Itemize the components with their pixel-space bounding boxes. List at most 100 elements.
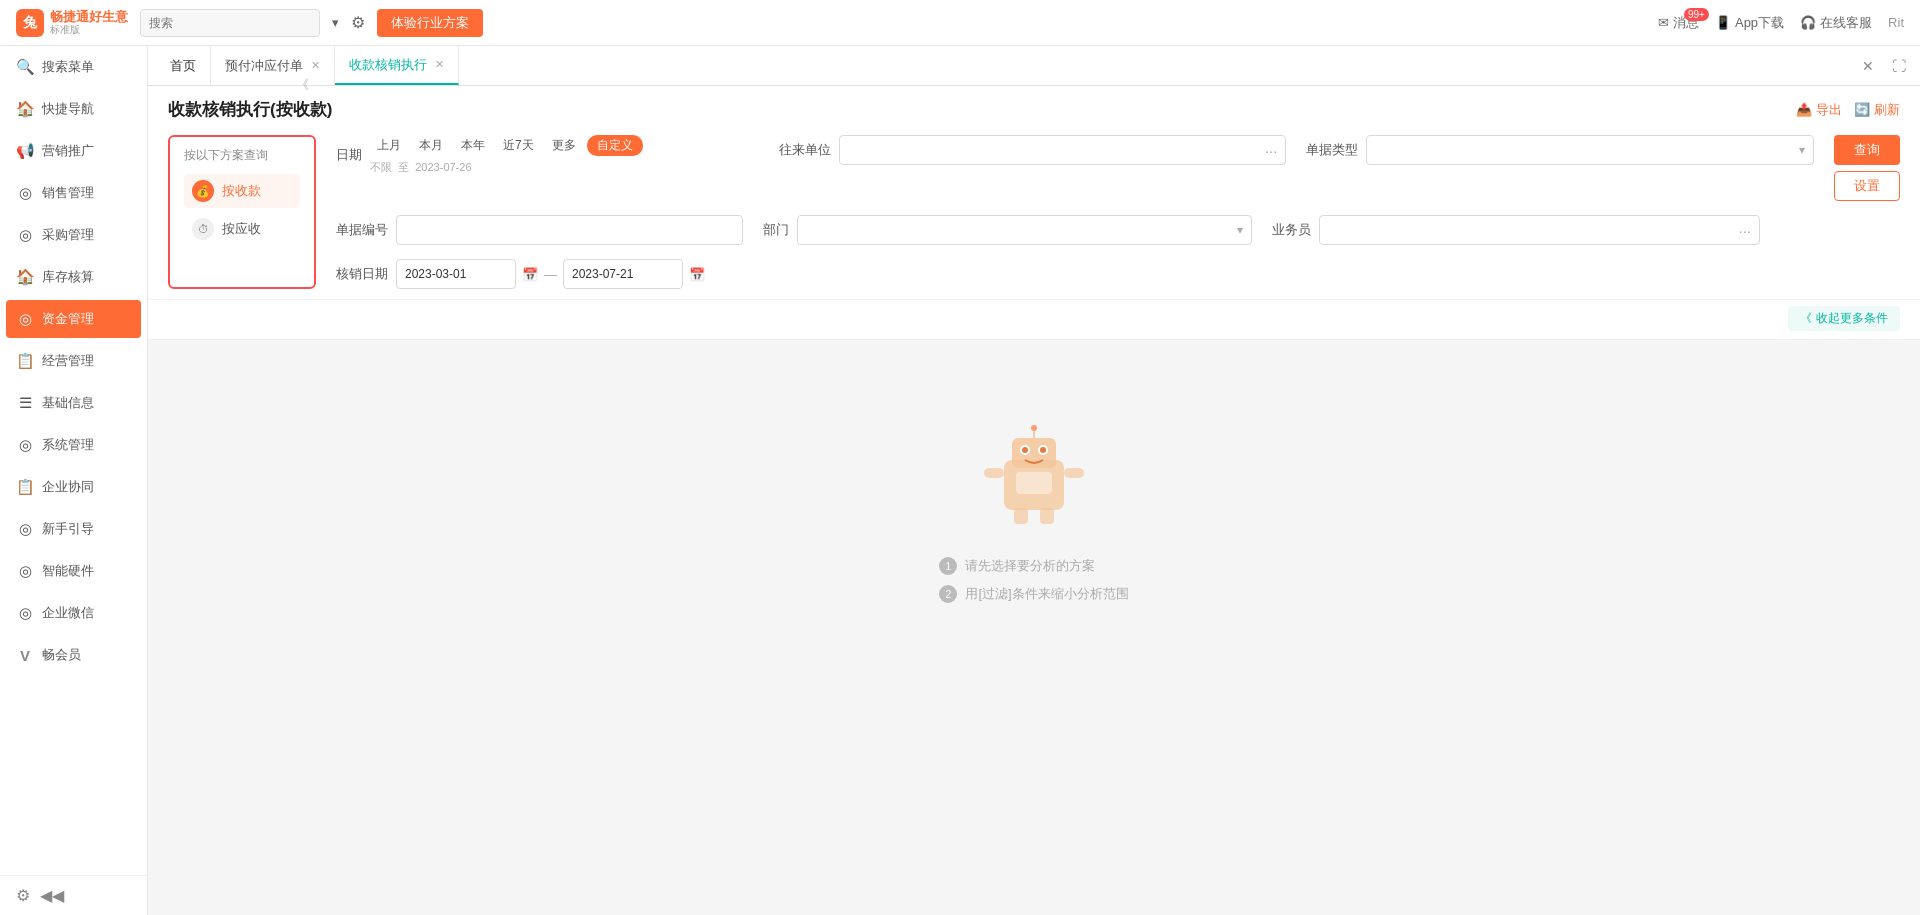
svg-rect-9 bbox=[1040, 508, 1054, 524]
brand-sub: 标准版 bbox=[50, 24, 128, 36]
writeoff-start-input[interactable] bbox=[396, 259, 516, 289]
refresh-btn[interactable]: 🔄 刷新 bbox=[1854, 101, 1900, 119]
tab-home[interactable]: 首页 bbox=[156, 46, 211, 85]
filter-field-writeoff-date: 核销日期 📅 — 📅 bbox=[336, 259, 1900, 289]
writeoff-start-cal-icon[interactable]: 📅 bbox=[522, 267, 538, 282]
writeoff-end-input[interactable] bbox=[563, 259, 683, 289]
svg-point-4 bbox=[1022, 447, 1028, 453]
empty-state-icon bbox=[974, 420, 1094, 533]
export-label: 导出 bbox=[1816, 101, 1842, 119]
user-name[interactable]: Rit bbox=[1888, 15, 1904, 30]
date-btn-more[interactable]: 更多 bbox=[545, 135, 583, 156]
svg-point-12 bbox=[1031, 425, 1037, 431]
app-label: App下载 bbox=[1735, 14, 1784, 32]
wechat-icon: ◎ bbox=[16, 604, 34, 622]
export-icon: 📤 bbox=[1796, 102, 1812, 117]
sidebar-item-operations[interactable]: 📋 经营管理 bbox=[0, 340, 147, 382]
salesman-label: 业务员 bbox=[1272, 221, 1311, 239]
sidebar-label-operations: 经营管理 bbox=[42, 352, 94, 370]
collapse-sidebar-icon[interactable]: ◀◀ bbox=[40, 886, 64, 905]
date-btn-this-month[interactable]: 本月 bbox=[412, 135, 450, 156]
tab-maximize-icon[interactable]: ⛶ bbox=[1886, 56, 1912, 76]
empty-tip-2: 2 用[过滤]条件来缩小分析范围 bbox=[939, 585, 1128, 603]
sidebar-label-inventory: 库存核算 bbox=[42, 268, 94, 286]
dept-label: 部门 bbox=[763, 221, 789, 239]
sidebar-item-smart-hw[interactable]: ◎ 智能硬件 bbox=[0, 550, 147, 592]
svg-rect-6 bbox=[984, 468, 1004, 478]
filter-field-doc-num: 单据编号 bbox=[336, 215, 743, 245]
search-input[interactable] bbox=[140, 9, 320, 37]
industry-btn[interactable]: 体验行业方案 bbox=[377, 9, 483, 37]
sidebar-item-base-info[interactable]: ☰ 基础信息 bbox=[0, 382, 147, 424]
tab-prepay[interactable]: 预付冲应付单 ✕ bbox=[211, 46, 335, 85]
collapse-more-btn[interactable]: 《 收起更多条件 bbox=[1788, 306, 1900, 331]
sidebar-item-quick-nav[interactable]: 🏠 快捷导航 bbox=[0, 88, 147, 130]
collapse-up-icon: 《 bbox=[1800, 310, 1812, 327]
query-btn[interactable]: 查询 bbox=[1834, 135, 1900, 165]
settings-bottom-icon[interactable]: ⚙ bbox=[16, 886, 30, 905]
sidebar-item-inventory[interactable]: 🏠 库存核算 bbox=[0, 256, 147, 298]
sidebar-item-guide[interactable]: ◎ 新手引导 bbox=[0, 508, 147, 550]
sidebar-label-enterprise: 企业协同 bbox=[42, 478, 94, 496]
gear-icon[interactable]: ⚙ bbox=[351, 13, 365, 32]
filter-collapse-btn[interactable]: 《 bbox=[296, 86, 309, 94]
filter-option-by-receipt[interactable]: 💰 按收款 bbox=[184, 174, 300, 208]
filter-row-2: 单据编号 部门 ▾ 业务员 bbox=[336, 215, 1900, 245]
tab-receipts-close[interactable]: ✕ bbox=[435, 58, 444, 71]
refresh-icon: 🔄 bbox=[1854, 102, 1870, 117]
date-btn-custom[interactable]: 自定义 bbox=[587, 135, 643, 156]
sidebar-item-system[interactable]: ◎ 系统管理 bbox=[0, 424, 147, 466]
service-btn[interactable]: 🎧 在线客服 bbox=[1800, 14, 1872, 32]
export-btn[interactable]: 📤 导出 bbox=[1796, 101, 1842, 119]
dept-select[interactable]: ▾ bbox=[797, 215, 1251, 245]
doc-num-input[interactable] bbox=[396, 215, 743, 245]
writeoff-end-cal-icon[interactable]: 📅 bbox=[689, 267, 705, 282]
sidebar-label-quick-nav: 快捷导航 bbox=[42, 100, 94, 118]
app-download-btn[interactable]: 📱 App下载 bbox=[1715, 14, 1784, 32]
member-icon: V bbox=[16, 647, 34, 664]
message-btn[interactable]: ✉ 消息 99+ bbox=[1658, 14, 1699, 32]
sidebar-item-marketing[interactable]: 📢 营销推广 bbox=[0, 130, 147, 172]
doc-num-label: 单据编号 bbox=[336, 221, 388, 239]
content-area: 首页 预付冲应付单 ✕ 收款核销执行 ✕ ✕ ⛶ 收款核销执行(按收款) bbox=[148, 46, 1920, 915]
message-icon: ✉ bbox=[1658, 15, 1669, 30]
dropdown-btn[interactable]: ▾ bbox=[332, 15, 339, 30]
date-btn-7days[interactable]: 近7天 bbox=[496, 135, 541, 156]
filter-left-panel: 按以下方案查询 💰 按收款 ⏱ 按应收 bbox=[168, 135, 316, 289]
by-receipt-label: 按收款 bbox=[222, 182, 261, 200]
quick-nav-icon: 🏠 bbox=[16, 100, 34, 118]
sidebar-label-system: 系统管理 bbox=[42, 436, 94, 454]
settings-btn[interactable]: 设置 bbox=[1834, 171, 1900, 201]
sidebar-item-capital[interactable]: ◎ 资金管理 bbox=[6, 300, 141, 338]
sidebar-item-sales[interactable]: ◎ 销售管理 bbox=[0, 172, 147, 214]
counterpart-input[interactable]: ··· bbox=[839, 135, 1287, 165]
writeoff-date-range: 📅 — 📅 bbox=[396, 259, 705, 289]
doc-type-select[interactable]: ▾ bbox=[1366, 135, 1814, 165]
sidebar-item-purchase[interactable]: ◎ 采购管理 bbox=[0, 214, 147, 256]
tab-close-all-icon[interactable]: ✕ bbox=[1856, 56, 1880, 76]
tip-num-2: 2 bbox=[939, 585, 957, 603]
sidebar-item-enterprise[interactable]: 📋 企业协同 bbox=[0, 466, 147, 508]
empty-tip-1: 1 请先选择要分析的方案 bbox=[939, 557, 1128, 575]
sidebar-item-member[interactable]: V 畅会员 bbox=[0, 634, 147, 676]
page-header-actions: 📤 导出 🔄 刷新 bbox=[1796, 101, 1900, 119]
date-btn-this-year[interactable]: 本年 bbox=[454, 135, 492, 156]
sidebar-item-search-menu[interactable]: 🔍 搜索菜单 bbox=[0, 46, 147, 88]
app-icon: 📱 bbox=[1715, 15, 1731, 30]
sidebar: 🔍 搜索菜单 🏠 快捷导航 📢 营销推广 ◎ 销售管理 ◎ 采购管理 🏠 库存核… bbox=[0, 46, 148, 915]
system-icon: ◎ bbox=[16, 436, 34, 454]
logo: 兔 畅捷通好生意 标准版 bbox=[16, 9, 128, 37]
salesman-input[interactable]: ··· bbox=[1319, 215, 1760, 245]
tab-receipts[interactable]: 收款核销执行 ✕ bbox=[335, 46, 459, 85]
sidebar-label-capital: 资金管理 bbox=[42, 310, 94, 328]
date-btn-last-month[interactable]: 上月 bbox=[370, 135, 408, 156]
tab-prepay-close[interactable]: ✕ bbox=[311, 59, 320, 72]
base-info-icon: ☰ bbox=[16, 394, 34, 412]
sidebar-item-wechat[interactable]: ◎ 企业微信 bbox=[0, 592, 147, 634]
svg-rect-7 bbox=[1064, 468, 1084, 478]
filter-option-by-receivable[interactable]: ⏱ 按应收 bbox=[184, 212, 300, 246]
refresh-label: 刷新 bbox=[1874, 101, 1900, 119]
date-range-sep: — bbox=[544, 267, 557, 282]
by-receipt-icon: 💰 bbox=[192, 180, 214, 202]
doc-type-label: 单据类型 bbox=[1306, 141, 1358, 159]
